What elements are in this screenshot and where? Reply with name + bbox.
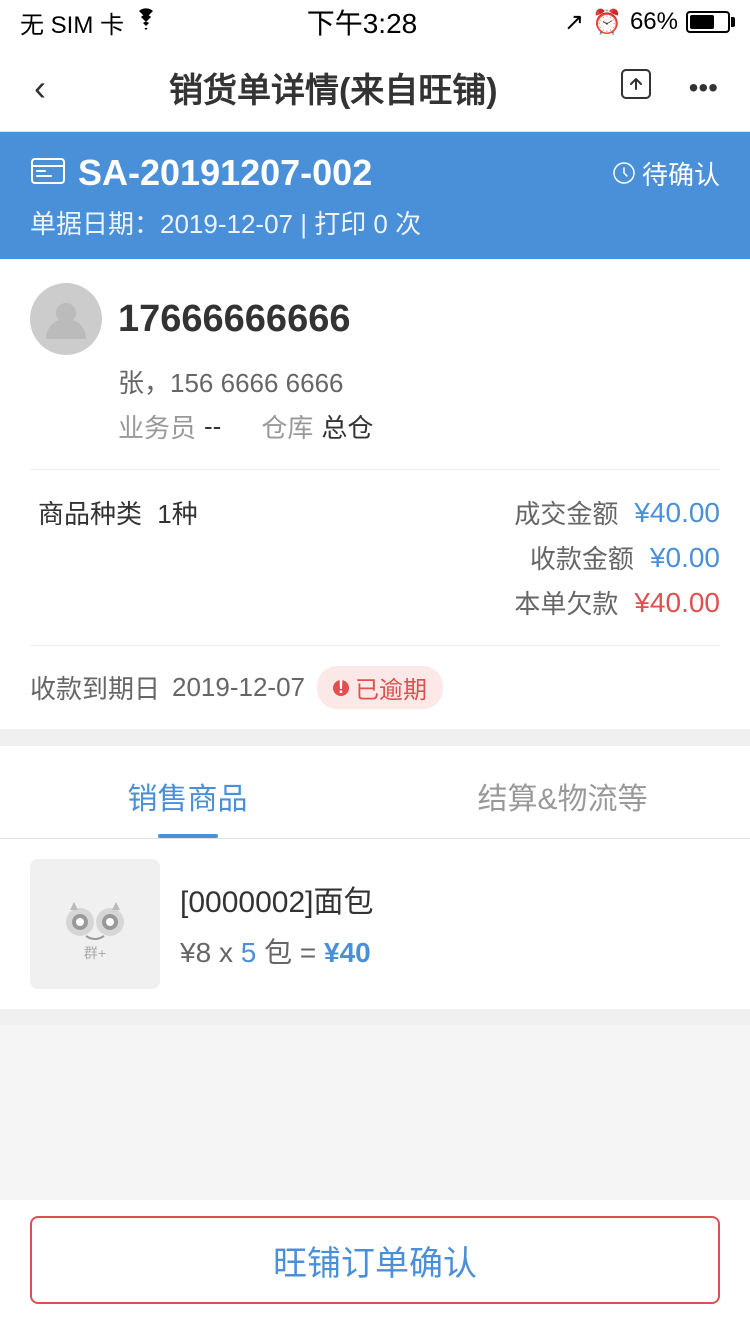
product-name: [0000002]面包: [180, 877, 720, 921]
status-carrier: 无 SIM 卡: [20, 5, 160, 40]
summary-section: 商品种类 1种 成交金额 ¥40.00 收款金额 ¥0.00 本单欠款 ¥40.…: [0, 470, 750, 645]
more-button[interactable]: •••: [681, 64, 726, 112]
back-button[interactable]: ‹: [24, 57, 56, 119]
price-unit: ¥8: [180, 937, 211, 968]
deal-label: 成交金额: [514, 494, 618, 531]
nav-actions: •••: [611, 59, 726, 116]
carrier-text: 无 SIM 卡: [20, 5, 124, 40]
tabs: 销售商品 结算&物流等: [0, 746, 750, 839]
due-section: 收款到期日 2019-12-07 ! 已逾期: [0, 646, 750, 729]
order-id: SA-20191207-002: [30, 152, 372, 194]
alarm-icon: ⏰: [592, 8, 622, 37]
received-label: 收款金额: [530, 539, 634, 576]
product-type-item: 商品种类 1种: [30, 494, 198, 531]
salesperson-label: 业务员: [118, 408, 196, 445]
nav-bar: ‹ 销货单详情(来自旺铺) •••: [0, 44, 750, 132]
customer-section: 17666666666 张，156 6666 6666 业务员 -- 仓库 总仓…: [0, 259, 750, 729]
overdue-text: 已逾期: [355, 670, 427, 705]
salesperson-item: 业务员 --: [118, 408, 221, 445]
order-header: SA-20191207-002 待确认 单据日期：2019-12-07 | 打印…: [0, 132, 750, 259]
due-date: 2019-12-07: [172, 672, 305, 703]
order-icon: [30, 152, 66, 194]
product-info: [0000002]面包 ¥8 x 5 包 = ¥40: [180, 877, 720, 971]
warehouse-value: 总仓: [321, 408, 373, 445]
unit: 包: [264, 937, 292, 968]
equals: =: [300, 937, 324, 968]
share-button[interactable]: [611, 59, 661, 116]
warehouse-item: 仓库 总仓: [261, 408, 373, 445]
page-title: 销货单详情(来自旺铺): [169, 63, 498, 112]
overdue-badge: ! 已逾期: [317, 666, 443, 709]
product-list: 群+ [0000002]面包 ¥8 x 5 包 = ¥40: [0, 839, 750, 1009]
avatar: [30, 283, 102, 355]
due-label: 收款到期日: [30, 669, 160, 706]
overdue-icon: !: [333, 680, 349, 696]
status-right: ↗ ⏰ 66%: [564, 8, 730, 37]
customer-meta: 业务员 -- 仓库 总仓: [30, 408, 720, 445]
quantity: 5: [241, 937, 257, 968]
warehouse-label: 仓库: [261, 408, 313, 445]
amount-row-received: 收款金额 ¥0.00: [530, 539, 720, 576]
customer-phone: 17666666666: [118, 298, 350, 341]
amount-row-owed: 本单欠款 ¥40.00: [514, 584, 720, 621]
confirm-button[interactable]: 旺铺订单确认: [30, 1216, 720, 1304]
product-price: ¥8 x 5 包 = ¥40: [180, 931, 720, 971]
product-item: 群+ [0000002]面包 ¥8 x 5 包 = ¥40: [30, 859, 720, 989]
status-bar: 无 SIM 卡 下午3:28 ↗ ⏰ 66%: [0, 0, 750, 44]
product-thumbnail: 群+: [30, 859, 160, 989]
salesperson-value: --: [204, 411, 221, 442]
received-value: ¥0.00: [650, 542, 720, 574]
svg-text:群+: 群+: [84, 945, 106, 961]
status-time: 下午3:28: [307, 2, 418, 42]
summary-left: 商品种类 1种: [30, 494, 198, 531]
location-icon: ↗: [564, 8, 584, 37]
owed-label: 本单欠款: [514, 584, 618, 621]
bottom-spacer: [0, 1025, 750, 1225]
battery-text: 66%: [630, 8, 678, 36]
deal-value: ¥40.00: [634, 497, 720, 529]
customer-name: 张，156 6666 6666: [30, 363, 720, 400]
tab-settlement[interactable]: 结算&物流等: [375, 746, 750, 838]
tab-products[interactable]: 销售商品: [0, 746, 375, 838]
customer-top: 17666666666: [30, 283, 720, 355]
order-date: 单据日期：2019-12-07 | 打印 0 次: [30, 204, 720, 241]
order-header-top: SA-20191207-002 待确认: [30, 152, 720, 194]
total: ¥40: [324, 937, 371, 968]
amount-row-deal: 成交金额 ¥40.00: [514, 494, 720, 531]
tabs-section: 销售商品 结算&物流等 群+: [0, 745, 750, 1009]
wifi-icon: [132, 8, 160, 37]
owed-value: ¥40.00: [634, 587, 720, 619]
bottom-bar: 旺铺订单确认: [0, 1200, 750, 1334]
price-separator: x: [219, 937, 241, 968]
battery-fill: [690, 15, 714, 29]
order-status: 待确认: [612, 155, 720, 192]
summary-right: 成交金额 ¥40.00 收款金额 ¥0.00 本单欠款 ¥40.00: [514, 494, 720, 621]
battery-icon: [686, 11, 730, 33]
